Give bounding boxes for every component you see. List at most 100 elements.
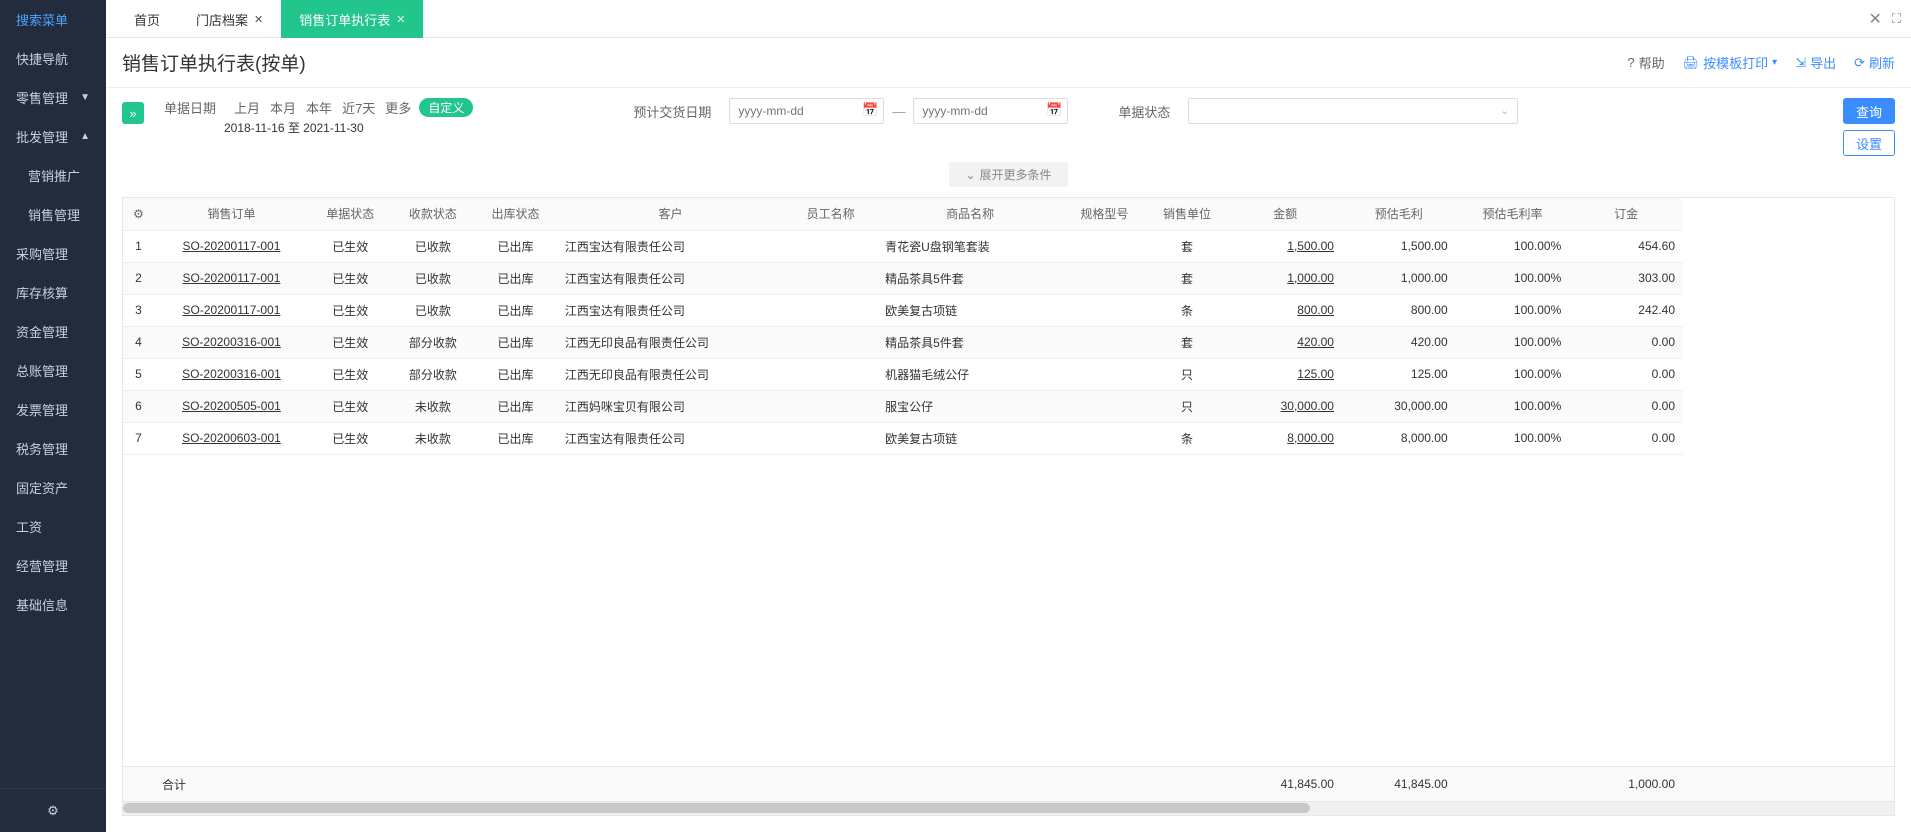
delivery-date-from-input[interactable] [729, 98, 884, 124]
column-header[interactable]: 订金 [1569, 198, 1683, 230]
calendar-icon[interactable]: 📅 [1046, 102, 1062, 118]
sidebar-item-label: 零售管理 [16, 88, 68, 107]
chevron-icon: ▲ [80, 131, 90, 142]
date-range-link[interactable]: 本年 [306, 98, 332, 117]
chevron-down-icon: ⌄ [1500, 104, 1509, 117]
order-link[interactable]: SO-20200316-001 [154, 358, 309, 390]
date-range-link[interactable]: 本月 [270, 98, 296, 117]
sidebar-item[interactable]: 零售管理 ▼ [0, 78, 106, 117]
custom-range-pill[interactable]: 自定义 [419, 98, 473, 117]
chevron-down-icon: ⌄ [965, 168, 975, 182]
column-header[interactable]: 规格型号 [1063, 198, 1146, 230]
fullscreen-icon[interactable]: ⛶ [1892, 11, 1901, 27]
tab[interactable]: 销售订单执行表 ✕ [281, 0, 423, 38]
totals-row: 合计41,845.0041,845.001,000.00 [122, 766, 1895, 802]
collapse-filter-button[interactable]: » [122, 102, 144, 124]
help-icon: ? [1627, 55, 1634, 70]
column-header[interactable]: 销售单位 [1146, 198, 1229, 230]
sidebar-item-label: 经营管理 [16, 556, 68, 575]
sidebar-item[interactable]: 基础信息 [0, 585, 106, 624]
order-link[interactable]: SO-20200603-001 [154, 422, 309, 454]
print-button[interactable]: 🖨按模板打印▾ [1683, 53, 1778, 72]
query-button[interactable]: 查询 [1843, 98, 1895, 124]
settings-button[interactable]: 设置 [1843, 130, 1895, 156]
close-icon[interactable]: ✕ [396, 13, 405, 26]
sidebar-item[interactable]: 税务管理 [0, 429, 106, 468]
sidebar-item-label: 库存核算 [16, 283, 68, 302]
gear-icon[interactable]: ⚙ [133, 207, 144, 221]
sidebar-item-label: 采购管理 [16, 244, 68, 263]
date-range-link[interactable]: 近7天 [342, 98, 375, 117]
column-header[interactable]: 商品名称 [877, 198, 1063, 230]
order-link[interactable]: SO-20200316-001 [154, 326, 309, 358]
table-row[interactable]: 2SO-20200117-001已生效已收款已出库江西宝达有限责任公司精品茶具5… [123, 262, 1683, 294]
order-link[interactable]: SO-20200117-001 [154, 262, 309, 294]
sidebar-item[interactable]: 批发管理▲ [0, 117, 106, 156]
export-button[interactable]: ⇲导出 [1795, 53, 1836, 72]
amount-link[interactable]: 125.00 [1228, 358, 1342, 390]
column-header[interactable]: 客户 [557, 198, 784, 230]
sidebar-item[interactable]: 固定资产 [0, 468, 106, 507]
order-link[interactable]: SO-20200117-001 [154, 294, 309, 326]
date-range-link[interactable]: 上月 [234, 98, 260, 117]
column-header[interactable]: 销售订单 [154, 198, 309, 230]
sidebar-settings-button[interactable]: ⚙ [0, 788, 106, 832]
refresh-button[interactable]: ⟳刷新 [1854, 53, 1895, 72]
horizontal-scrollbar[interactable] [122, 802, 1895, 816]
column-header[interactable]: 预估毛利 [1342, 198, 1456, 230]
doc-date-value: 2018-11-16 至 2021-11-30 [224, 119, 473, 136]
sidebar-search[interactable]: 搜索菜单 [0, 0, 106, 39]
amount-link[interactable]: 30,000.00 [1228, 390, 1342, 422]
help-button[interactable]: ?帮助 [1627, 53, 1664, 72]
delivery-date-to-input[interactable] [913, 98, 1068, 124]
sidebar-item-label: 税务管理 [16, 439, 68, 458]
table-row[interactable]: 1SO-20200117-001已生效已收款已出库江西宝达有限责任公司青花瓷U盘… [123, 230, 1683, 262]
column-header[interactable]: 出库状态 [474, 198, 557, 230]
amount-link[interactable]: 420.00 [1228, 326, 1342, 358]
column-header[interactable]: 预估毛利率 [1456, 198, 1570, 230]
sidebar-subitem[interactable]: 营销推广 [0, 156, 106, 195]
table-row[interactable]: 5SO-20200316-001已生效部分收款已出库江西无印良品有限责任公司机器… [123, 358, 1683, 390]
sidebar-item[interactable]: 经营管理 [0, 546, 106, 585]
chevron-icon: ▼ [80, 92, 90, 103]
status-label: 单据状态 [1118, 102, 1170, 121]
amount-link[interactable]: 800.00 [1228, 294, 1342, 326]
sidebar-item[interactable]: 工资 [0, 507, 106, 546]
expand-filters-button[interactable]: ⌄展开更多条件 [949, 162, 1067, 187]
column-header[interactable]: 单据状态 [309, 198, 392, 230]
amount-link[interactable]: 8,000.00 [1228, 422, 1342, 454]
table-row[interactable]: 3SO-20200117-001已生效已收款已出库江西宝达有限责任公司欧美复古项… [123, 294, 1683, 326]
table-row[interactable]: 4SO-20200316-001已生效部分收款已出库江西无印良品有限责任公司精品… [123, 326, 1683, 358]
sidebar-item[interactable]: 发票管理 [0, 390, 106, 429]
calendar-icon[interactable]: 📅 [862, 102, 878, 118]
doc-date-label: 单据日期 [164, 98, 216, 117]
amount-link[interactable]: 1,500.00 [1228, 230, 1342, 262]
sidebar-item[interactable]: 快捷导航 [0, 39, 106, 78]
sidebar-item[interactable]: 总账管理 [0, 351, 106, 390]
order-link[interactable]: SO-20200505-001 [154, 390, 309, 422]
tab-label: 销售订单执行表 [299, 10, 390, 29]
refresh-icon: ⟳ [1854, 55, 1865, 71]
amount-link[interactable]: 1,000.00 [1228, 262, 1342, 294]
table-row[interactable]: 6SO-20200505-001已生效未收款已出库江西妈咪宝贝有限公司服宝公仔只… [123, 390, 1683, 422]
tab[interactable]: 门店档案✕ [178, 0, 281, 38]
column-header[interactable]: 收款状态 [392, 198, 475, 230]
order-link[interactable]: SO-20200117-001 [154, 230, 309, 262]
column-header[interactable]: 员工名称 [784, 198, 877, 230]
sidebar-subitem[interactable]: 销售管理 [0, 195, 106, 234]
data-table: ⚙销售订单单据状态收款状态出库状态客户员工名称商品名称规格型号销售单位金额预估毛… [123, 198, 1683, 455]
close-icon[interactable]: ✕ [254, 13, 263, 26]
status-select[interactable]: ⌄ [1188, 98, 1518, 124]
close-all-tabs-icon[interactable]: ✕ [1868, 9, 1881, 29]
scrollbar-thumb[interactable] [123, 803, 1310, 813]
tab-bar: 首页门店档案✕ 销售订单执行表 ✕ ✕ ⛶ [106, 0, 1911, 38]
tab[interactable]: 首页 [116, 0, 178, 38]
sidebar-item[interactable]: 采购管理 [0, 234, 106, 273]
column-header[interactable]: ⚙ [123, 198, 154, 230]
table-row[interactable]: 7SO-20200603-001已生效未收款已出库江西宝达有限责任公司欧美复古项… [123, 422, 1683, 454]
sidebar-item[interactable]: 库存核算 [0, 273, 106, 312]
date-range-link[interactable]: 更多 [385, 98, 411, 117]
sidebar-item-label: 资金管理 [16, 322, 68, 341]
sidebar-item[interactable]: 资金管理 [0, 312, 106, 351]
column-header[interactable]: 金额 [1228, 198, 1342, 230]
